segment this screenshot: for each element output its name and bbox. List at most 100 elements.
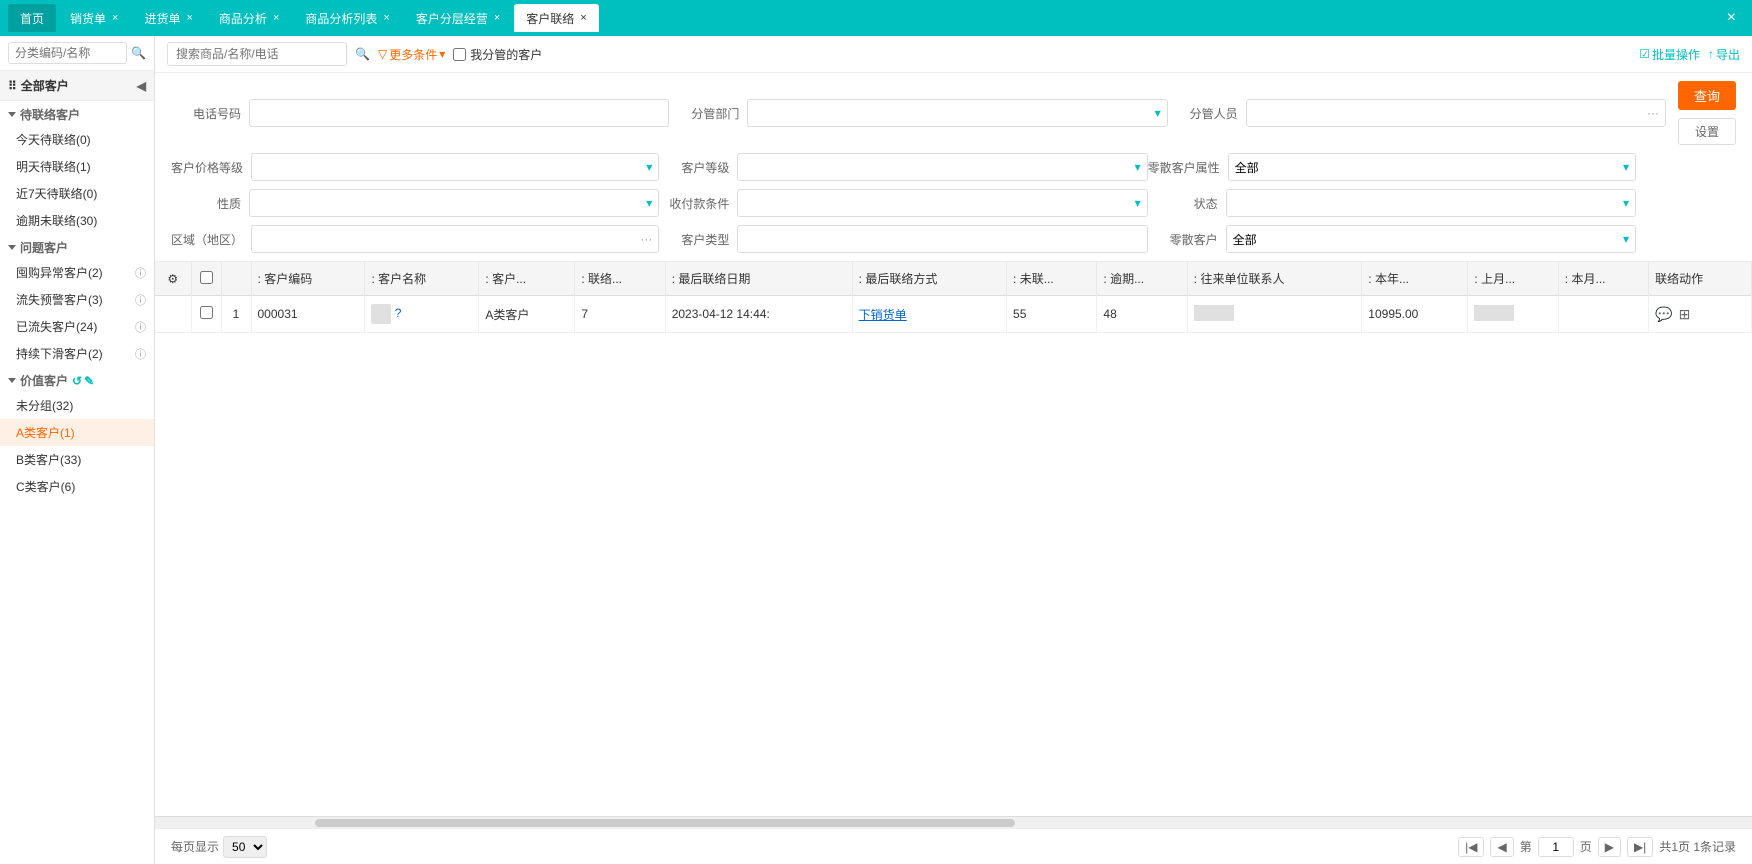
- th-last-contact-date[interactable]: : 最后联络日期: [665, 262, 852, 296]
- dept-select-chevron: ▾: [1155, 106, 1161, 120]
- th-this-month[interactable]: : 本月...: [1558, 262, 1648, 296]
- tab-purchase[interactable]: 进货单 ×: [132, 4, 204, 32]
- batch-op-btn[interactable]: ☑ 批量操作: [1639, 46, 1700, 63]
- pagination-right: |◀ ◀ 第 页 ▶ ▶| 共1页 1条记录: [1458, 837, 1736, 857]
- page-input[interactable]: [1538, 837, 1574, 857]
- problem-customers-group[interactable]: 问题客户: [0, 234, 154, 259]
- more-conditions-btn[interactable]: ▽ 更多条件 ▾: [378, 46, 445, 63]
- cust-type-input[interactable]: [737, 225, 1147, 253]
- td-row-contact: 7: [575, 296, 665, 333]
- dept-select[interactable]: ▾: [747, 99, 1167, 127]
- td-row-action: 💬 ⊞: [1649, 296, 1752, 333]
- tab-customer-tier[interactable]: 客户分层经营 ×: [404, 4, 512, 32]
- sidebar-item-declining[interactable]: 持续下滑客户(2) ⓘ: [0, 340, 154, 367]
- close-analysis-list-tab[interactable]: ×: [383, 12, 389, 24]
- region-dots: ···: [640, 232, 652, 246]
- filter-cell-cust-type: 客户类型: [659, 225, 1147, 253]
- close-customer-tier-tab[interactable]: ×: [494, 12, 500, 24]
- sidebar-item-hoarding-anomaly[interactable]: 囤购异常客户(2) ⓘ: [0, 259, 154, 286]
- pending-contact-group[interactable]: 待联络客户: [0, 101, 154, 126]
- th-overdue[interactable]: : 逾期...: [1097, 262, 1187, 296]
- sidebar-item-b-class[interactable]: B类客户(33): [0, 446, 154, 473]
- sidebar-item-tomorrow-contact[interactable]: 明天待联络(1): [0, 153, 154, 180]
- th-no-contact[interactable]: : 未联...: [1007, 262, 1097, 296]
- th-unit-contact[interactable]: : 往来单位联系人: [1187, 262, 1362, 296]
- sidebar-item-7days-contact[interactable]: 近7天待联络(0): [0, 180, 154, 207]
- customer-grade-chevron: ▾: [1135, 160, 1141, 174]
- checkbox-icon: ☑: [1639, 47, 1650, 61]
- th-contact[interactable]: : 联络...: [575, 262, 665, 296]
- tab-home[interactable]: 首页: [8, 4, 56, 32]
- sidebar-item-churn-warning[interactable]: 流失预警客户(3) ⓘ: [0, 286, 154, 313]
- th-action: 联络动作: [1649, 262, 1752, 296]
- filter-cell-region: 区域（地区） ···: [171, 225, 659, 253]
- customer-grade-select[interactable]: ▾: [737, 153, 1147, 181]
- th-type[interactable]: : 客户...: [479, 262, 575, 296]
- select-all-checkbox[interactable]: [200, 271, 213, 284]
- tab-analysis[interactable]: 商品分析 ×: [207, 4, 291, 32]
- phone-input[interactable]: [249, 99, 669, 127]
- filter-search-input[interactable]: [167, 42, 347, 66]
- prev-page-btn[interactable]: ◀: [1490, 837, 1513, 857]
- last-page-btn[interactable]: ▶|: [1627, 837, 1653, 857]
- sidebar-item-unclassified[interactable]: 未分组(32): [0, 392, 154, 419]
- first-page-btn[interactable]: |◀: [1458, 837, 1484, 857]
- td-row-last-contact-method[interactable]: 下销货单: [852, 296, 1006, 333]
- sidebar-item-c-class[interactable]: C类客户(6): [0, 473, 154, 500]
- info-icon-churn-warning: ⓘ: [135, 292, 146, 308]
- all-customers-header[interactable]: ⠿ 全部客户 ◀: [0, 71, 154, 101]
- region-select[interactable]: ···: [251, 225, 659, 253]
- price-grade-select[interactable]: ▾: [251, 153, 659, 181]
- cust-type-label: 客户类型: [659, 231, 729, 248]
- sidebar-item-overdue-contact[interactable]: 逾期未联络(30): [0, 207, 154, 234]
- th-name[interactable]: : 客户名称: [365, 262, 479, 296]
- last-contact-method-link[interactable]: 下销货单: [859, 308, 907, 322]
- tab-sales[interactable]: 销货单 ×: [58, 4, 130, 32]
- row-checkbox[interactable]: [200, 306, 213, 319]
- status-select[interactable]: ▾: [1226, 189, 1636, 217]
- export-btn[interactable]: ↑ 导出: [1708, 46, 1740, 63]
- nature-select[interactable]: ▾: [249, 189, 659, 217]
- close-purchase-tab[interactable]: ×: [186, 12, 192, 24]
- chat-action-icon[interactable]: 💬: [1655, 306, 1672, 323]
- sidebar-item-a-class[interactable]: A类客户(1): [0, 419, 154, 446]
- query-btn[interactable]: 查询: [1678, 81, 1736, 110]
- content-area: 🔍 ▽ 更多条件 ▾ 我分管的客户 ☑ 批量操作 ↑ 导出: [155, 36, 1752, 864]
- value-customers-group[interactable]: 价值客户 ↺ ✎: [0, 367, 154, 392]
- scrollbar-thumb[interactable]: [315, 819, 1015, 827]
- page-size-select[interactable]: 50: [223, 836, 267, 858]
- close-customer-contact-tab[interactable]: ×: [580, 12, 586, 24]
- filter-search-btn[interactable]: 🔍: [355, 47, 370, 61]
- retail-cust-select[interactable]: 全部 ▾: [1226, 225, 1636, 253]
- th-checkbox[interactable]: [191, 262, 221, 296]
- th-settings[interactable]: ⚙: [155, 262, 191, 296]
- retail-attr-select[interactable]: 全部 ▾: [1228, 153, 1636, 181]
- tab-analysis-list[interactable]: 商品分析列表 ×: [293, 4, 401, 32]
- my-customers-checkbox[interactable]: [453, 48, 466, 61]
- th-code[interactable]: : 客户编码: [251, 262, 365, 296]
- th-last-month[interactable]: : 上月...: [1468, 262, 1558, 296]
- sidebar-item-today-contact[interactable]: 今天待联络(0): [0, 126, 154, 153]
- th-last-contact-method[interactable]: : 最后联络方式: [852, 262, 1006, 296]
- collapse-sidebar-icon[interactable]: ◀: [137, 79, 146, 93]
- next-page-btn[interactable]: ▶: [1598, 837, 1621, 857]
- tab-customer-contact[interactable]: 客户联络 ×: [514, 4, 598, 32]
- td-row-name[interactable]: ?: [365, 296, 479, 333]
- td-row-code: 000031: [251, 296, 365, 333]
- row-action-icons: 💬 ⊞: [1655, 306, 1745, 323]
- sidebar-search-input[interactable]: [8, 42, 127, 64]
- my-customers-checkbox-label[interactable]: 我分管的客户: [453, 46, 542, 63]
- grid-action-icon[interactable]: ⊞: [1679, 306, 1691, 323]
- horizontal-scrollbar[interactable]: [155, 816, 1752, 828]
- filter-bar: 🔍 ▽ 更多条件 ▾ 我分管的客户 ☑ 批量操作 ↑ 导出: [155, 36, 1752, 73]
- td-row-checkbox[interactable]: [191, 296, 221, 333]
- payment-select[interactable]: ▾: [737, 189, 1147, 217]
- sidebar-item-churned[interactable]: 已流失客户(24) ⓘ: [0, 313, 154, 340]
- th-this-year[interactable]: : 本年...: [1362, 262, 1468, 296]
- person-select[interactable]: ···: [1246, 99, 1666, 127]
- close-analysis-tab[interactable]: ×: [273, 12, 279, 24]
- close-window-btn[interactable]: ×: [1719, 9, 1744, 27]
- settings-btn[interactable]: 设置: [1678, 118, 1736, 145]
- sidebar-search-icon[interactable]: 🔍: [131, 46, 146, 60]
- close-sales-tab[interactable]: ×: [112, 12, 118, 24]
